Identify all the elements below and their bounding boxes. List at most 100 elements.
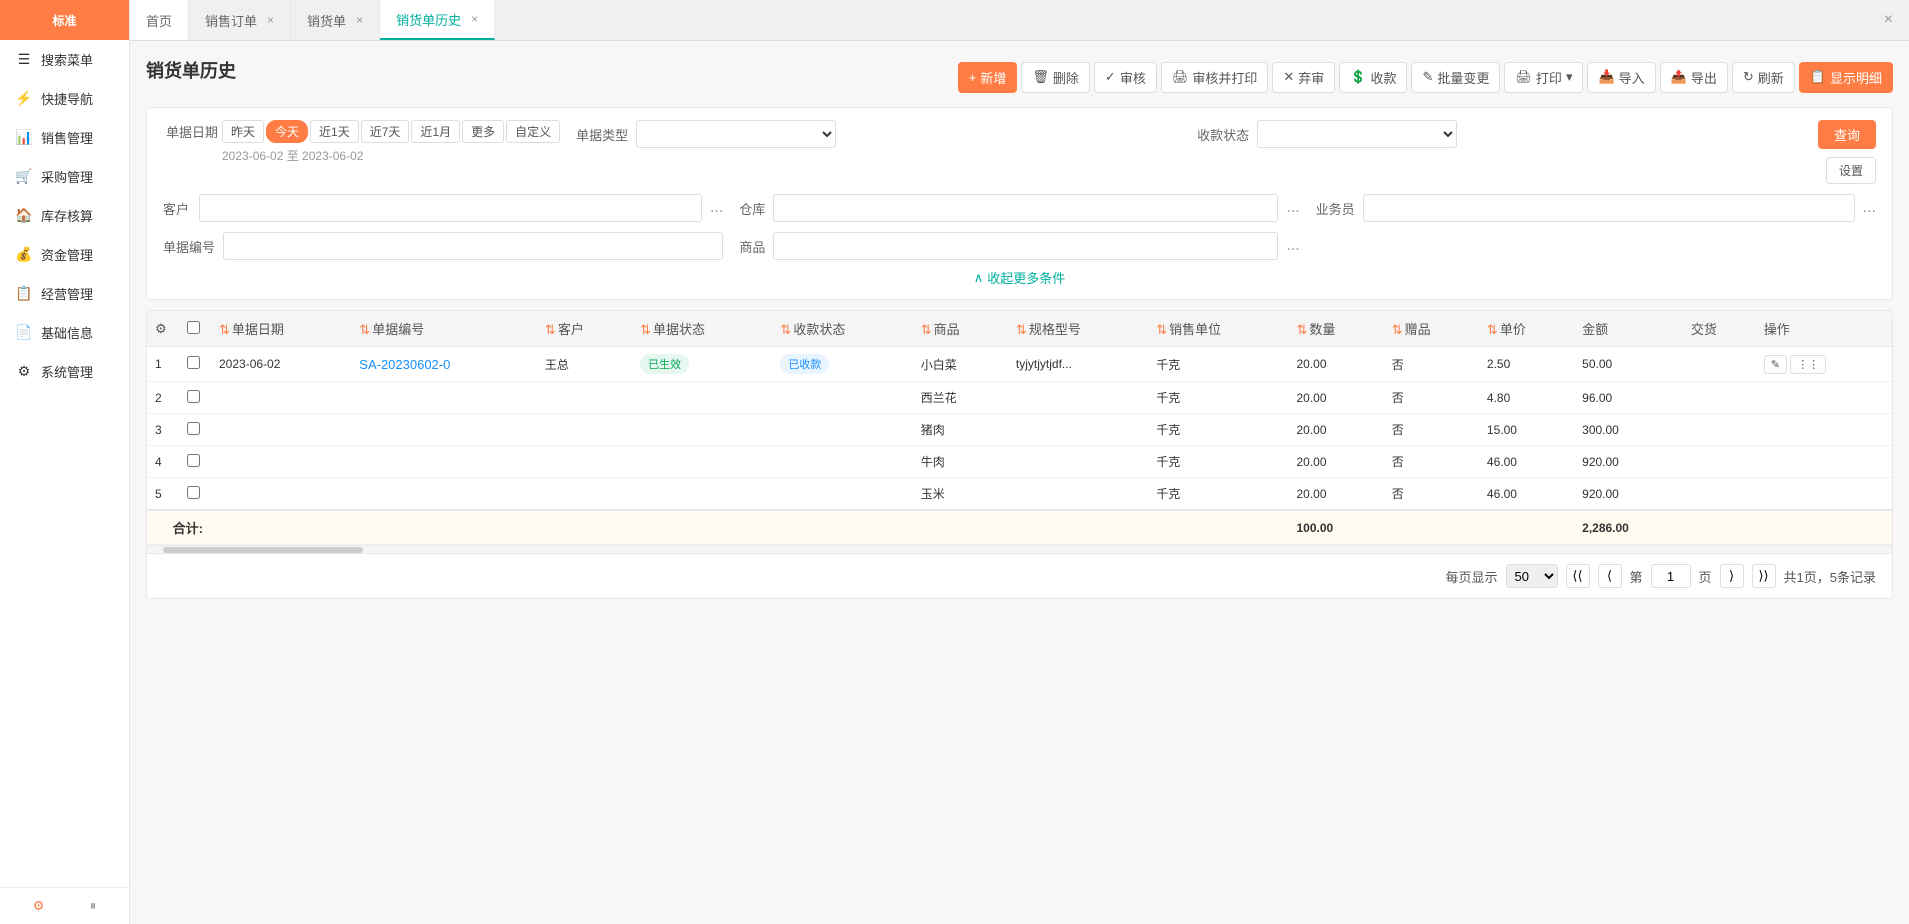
col-goods[interactable]: ⇅商品	[913, 311, 1008, 347]
row-checkbox-5[interactable]	[179, 478, 211, 511]
sidebar-item-sys-mgmt[interactable]: ⚙ 系统管理	[0, 352, 129, 391]
row-trans-2	[1683, 382, 1756, 414]
tab-delivery-history[interactable]: 销货单历史 ×	[380, 0, 495, 40]
table-row: 2 西兰花 千克 20.00 否 4.80 96.00	[147, 382, 1892, 414]
query-button[interactable]: 查询	[1818, 120, 1876, 149]
import-button[interactable]: 📥 导入	[1587, 62, 1655, 93]
col-pay-status[interactable]: ⇅收款状态	[772, 311, 912, 347]
tab-delivery-close[interactable]: ×	[356, 13, 363, 27]
sidebar-item-fund-mgmt[interactable]: 💰 资金管理	[0, 235, 129, 274]
date-btn-more[interactable]: 更多	[462, 120, 504, 143]
row-checkbox-3[interactable]	[179, 414, 211, 446]
sidebar-item-basic-info[interactable]: 📄 基础信息	[0, 313, 129, 352]
sidebar-item-sales-mgmt[interactable]: 📊 销售管理	[0, 118, 129, 157]
audit-print-button[interactable]: 🖨 审核并打印	[1161, 62, 1269, 93]
date-btn-7days[interactable]: 近7天	[361, 120, 410, 143]
print-button[interactable]: 🖨 打印 ▾	[1504, 62, 1583, 93]
doc-num-link-1[interactable]: SA-20230602-0	[359, 357, 450, 372]
collect-button[interactable]: 💲 收款	[1339, 62, 1407, 93]
row-action-5	[1756, 478, 1892, 511]
col-checkbox[interactable]	[179, 311, 211, 347]
warehouse-input[interactable]	[773, 194, 1278, 222]
warehouse-ellipsis[interactable]: ...	[1286, 199, 1299, 217]
row-action-1[interactable]: ✎ ⋮⋮	[1756, 347, 1892, 382]
col-unit-price[interactable]: ⇅单价	[1479, 311, 1574, 347]
action-more-1[interactable]: ⋮⋮	[1790, 355, 1826, 374]
col-doc-num[interactable]: ⇅单据编号	[351, 311, 537, 347]
staff-input[interactable]	[1363, 194, 1855, 222]
sidebar-bottom-icon2[interactable]: ⏸	[90, 898, 97, 914]
action-edit-1[interactable]: ✎	[1764, 355, 1787, 374]
date-range-display: 2023-06-02 至 2023-06-02	[222, 147, 363, 164]
goods-input[interactable]	[773, 232, 1278, 260]
select-all-checkbox[interactable]	[187, 321, 200, 334]
date-btn-custom[interactable]: 自定义	[506, 120, 560, 143]
doc-type-select[interactable]	[636, 120, 836, 148]
row-gift-3: 否	[1384, 414, 1479, 446]
fund-icon: 💰	[15, 246, 33, 264]
export-button[interactable]: 📤 导出	[1660, 62, 1728, 93]
row-amount-4: 920.00	[1574, 446, 1683, 478]
row-checkbox-4[interactable]	[179, 446, 211, 478]
col-customer[interactable]: ⇅客户	[537, 311, 632, 347]
settings-button[interactable]: 设置	[1826, 157, 1876, 184]
col-unit[interactable]: ⇅销售单位	[1148, 311, 1288, 347]
staff-ellipsis[interactable]: ...	[1863, 199, 1876, 217]
date-btn-1day[interactable]: 近1天	[310, 120, 359, 143]
tab-sales-order-close[interactable]: ×	[267, 13, 274, 27]
page-number-input[interactable]	[1651, 564, 1691, 588]
collapse-button[interactable]: ∧ 收起更多条件	[163, 268, 1876, 287]
row-price-4: 46.00	[1479, 446, 1574, 478]
date-btn-yesterday[interactable]: 昨天	[222, 120, 264, 143]
gear-settings-icon[interactable]: ⚙	[155, 321, 167, 336]
last-page-button[interactable]: ⟩⟩	[1752, 564, 1776, 588]
sidebar-item-purchase-mgmt[interactable]: 🛒 采购管理	[0, 157, 129, 196]
date-btn-1month[interactable]: 近1月	[411, 120, 460, 143]
next-page-button[interactable]: ⟩	[1720, 564, 1744, 588]
col-gift[interactable]: ⇅赠品	[1384, 311, 1479, 347]
row-doc-num-1[interactable]: SA-20230602-0	[351, 347, 537, 382]
goods-ellipsis[interactable]: ...	[1286, 237, 1299, 255]
col-quantity[interactable]: ⇅数量	[1288, 311, 1383, 347]
new-button[interactable]: + 新增	[958, 62, 1018, 93]
row-unit-5: 千克	[1148, 478, 1288, 511]
abandon-button[interactable]: ✕ 弃审	[1272, 62, 1335, 93]
sidebar-item-inventory-calc[interactable]: 🏠 库存核算	[0, 196, 129, 235]
col-date[interactable]: ⇅单据日期	[211, 311, 351, 347]
audit-button[interactable]: ✓ 审核	[1094, 62, 1157, 93]
scrollbar-area[interactable]	[147, 545, 1892, 553]
summary-total-amount: 2,286.00	[1574, 510, 1683, 545]
payment-status-select[interactable]	[1257, 120, 1457, 148]
sidebar-item-search-menu[interactable]: ☰ 搜索菜单	[0, 40, 129, 79]
col-gear[interactable]: ⚙	[147, 311, 179, 347]
batch-change-button[interactable]: ✎ 批量变更	[1411, 62, 1500, 93]
date-btn-today[interactable]: 今天	[266, 120, 308, 143]
tab-home[interactable]: 首页	[130, 0, 189, 40]
first-page-button[interactable]: ⟨⟨	[1566, 564, 1590, 588]
window-close-btn[interactable]: ×	[1884, 11, 1909, 29]
col-spec[interactable]: ⇅规格型号	[1008, 311, 1148, 347]
table-row: 4 牛肉 千克 20.00 否 46.00 920.00	[147, 446, 1892, 478]
delete-button[interactable]: 🗑 删除	[1021, 62, 1090, 93]
refresh-button[interactable]: ↻ 刷新	[1732, 62, 1795, 93]
row-spec-4	[1008, 446, 1148, 478]
row-checkbox-2[interactable]	[179, 382, 211, 414]
col-doc-status[interactable]: ⇅单据状态	[632, 311, 772, 347]
doc-num-input[interactable]	[223, 232, 723, 260]
tab-sales-order[interactable]: 销售订单 ×	[189, 0, 291, 40]
tab-delivery[interactable]: 销货单 ×	[291, 0, 380, 40]
row-goods-4: 牛肉	[913, 446, 1008, 478]
sidebar-item-ops-mgmt[interactable]: 📋 经营管理	[0, 274, 129, 313]
row-date-4	[211, 446, 351, 478]
sidebar-bottom-icon1[interactable]: ⚙	[33, 898, 45, 914]
sys-icon: ⚙	[15, 363, 33, 381]
customer-ellipsis[interactable]: ...	[710, 199, 723, 217]
sidebar-item-quick-nav[interactable]: ⚡ 快捷导航	[0, 79, 129, 118]
tab-delivery-history-close[interactable]: ×	[471, 12, 478, 26]
customer-input[interactable]	[199, 194, 702, 222]
row-goods-5: 玉米	[913, 478, 1008, 511]
prev-page-button[interactable]: ⟨	[1598, 564, 1622, 588]
page-size-select[interactable]: 20 50 100	[1506, 564, 1558, 588]
display-detail-button[interactable]: 📋 显示明细	[1799, 62, 1893, 93]
row-checkbox-1[interactable]	[179, 347, 211, 382]
